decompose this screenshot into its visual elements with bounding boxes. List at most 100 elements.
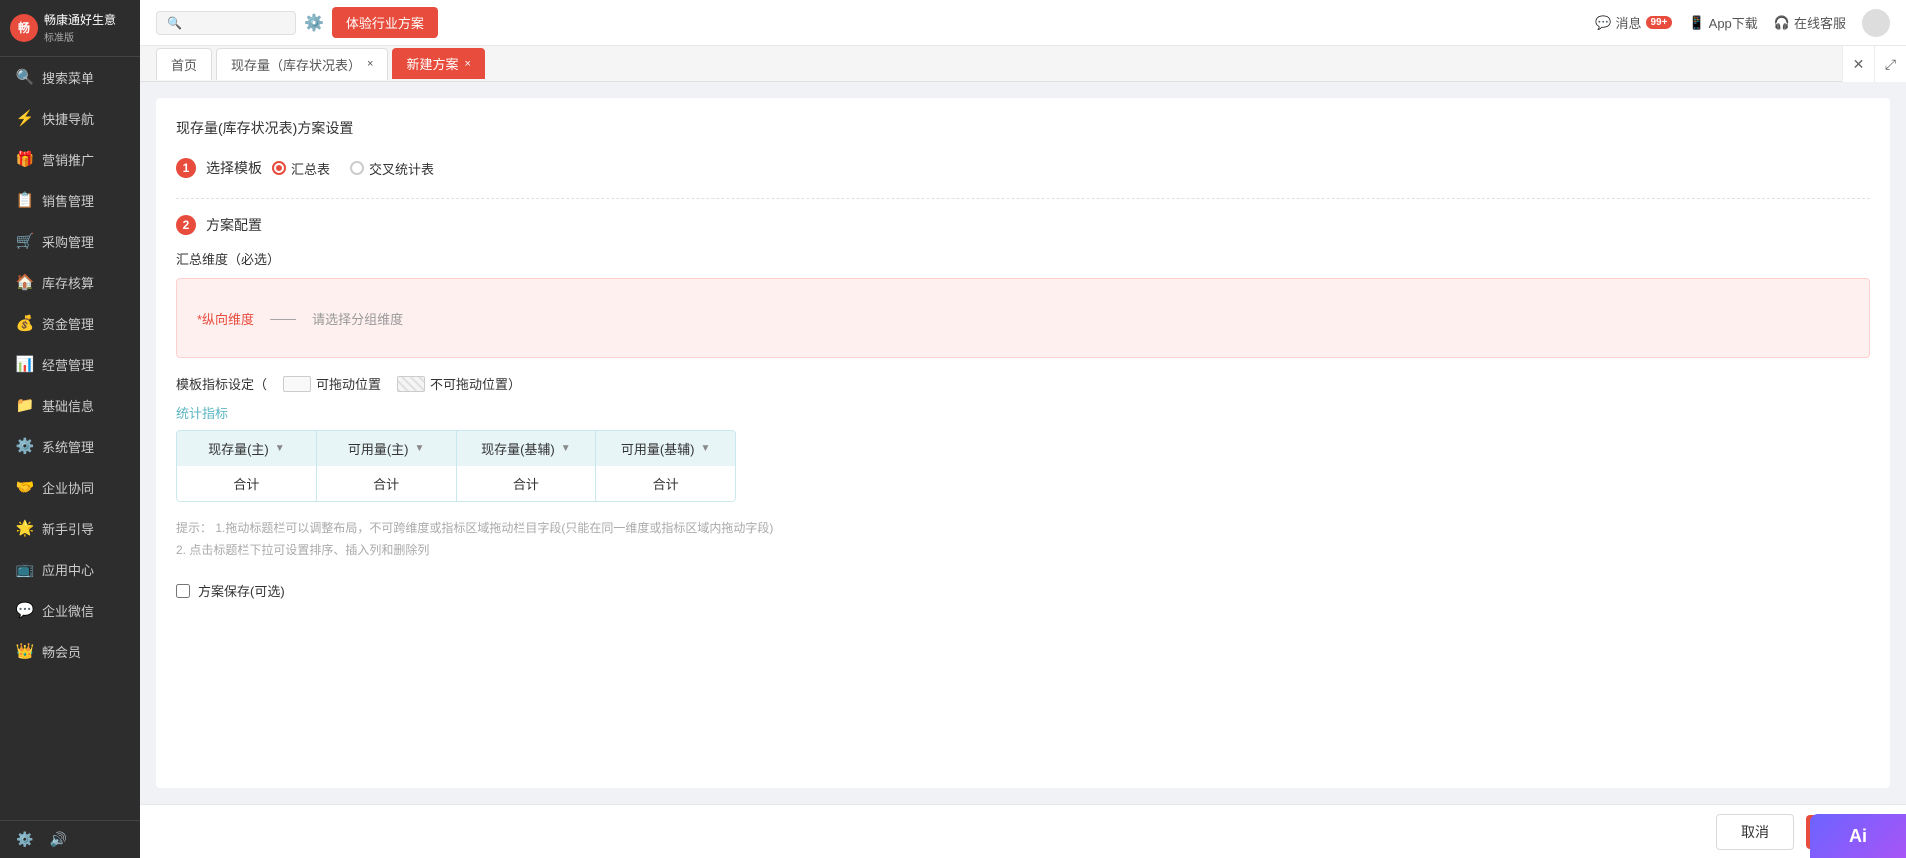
- app-logo: 畅 畅康通好生意 标准版: [0, 0, 140, 57]
- gear-icon: ⚙️: [16, 437, 34, 455]
- cart-icon: 🛒: [16, 232, 34, 250]
- sidebar-item-label: 营销推广: [42, 150, 94, 169]
- main-area: 🔍 ⚙️ 体验行业方案 💬 消息 99+ 📱 App下载 🎧 在线客服: [140, 0, 1906, 858]
- handshake-icon: 🤝: [16, 478, 34, 496]
- stats-subtotal: 合计: [373, 474, 399, 493]
- sidebar-item-label: 快捷导航: [42, 109, 94, 128]
- tab-label: 新建方案: [406, 54, 458, 73]
- tab-new-scheme[interactable]: 新建方案 ×: [392, 48, 484, 79]
- save-label: 方案保存(可选): [198, 581, 285, 600]
- stats-col-2[interactable]: 可用量(主) ▼: [317, 431, 457, 466]
- divider1: [176, 198, 1870, 199]
- stats-col-3[interactable]: 现存量(基辅) ▼: [457, 431, 597, 466]
- settings-icon[interactable]: ⚙️: [16, 831, 33, 848]
- indicator-settings-label: 模板指标设定（: [176, 374, 267, 393]
- sidebar-item-marketing[interactable]: 🎁 营销推广: [0, 139, 140, 180]
- chart-icon: 📊: [16, 355, 34, 373]
- no-drag-label: 不可拖动位置）: [430, 374, 521, 393]
- tab-home[interactable]: 首页: [156, 48, 212, 80]
- search-icon: 🔍: [16, 68, 34, 86]
- drag-indicator: 可拖动位置: [283, 374, 381, 393]
- tabbar: 首页 现存量（库存状况表） × 新建方案 × ✕ ⤢: [140, 46, 1906, 82]
- logo-icon: 畅: [10, 14, 38, 42]
- stats-col-label: 可用量(主): [348, 439, 409, 458]
- sidebar-item-operations[interactable]: 📊 经营管理: [0, 344, 140, 385]
- avatar[interactable]: [1862, 9, 1890, 37]
- cancel-button[interactable]: 取消: [1716, 814, 1794, 850]
- step2-label: 方案配置: [206, 215, 262, 235]
- stats-body-col-4: 合计: [596, 466, 735, 501]
- step2-header: 2 方案配置: [176, 215, 1870, 235]
- content-area: 现存量(库存状况表)方案设置 1 选择模板 汇总表 交叉统计表: [140, 82, 1906, 804]
- stats-body-col-1: 合计: [177, 466, 317, 501]
- app-download-label: App下载: [1709, 13, 1758, 32]
- step2-num: 2: [176, 215, 196, 235]
- chevron-down-icon[interactable]: ▼: [275, 443, 285, 454]
- dimension-arrow: ——: [270, 311, 296, 326]
- stats-table-header: 现存量(主) ▼ 可用量(主) ▼ 现存量(基辅) ▼: [177, 431, 735, 466]
- search-bar[interactable]: 🔍: [156, 11, 296, 35]
- drag-box: [283, 376, 311, 392]
- message-btn[interactable]: 💬 消息 99+: [1595, 13, 1672, 32]
- sidebar-item-collab[interactable]: 🤝 企业协同: [0, 467, 140, 508]
- page-title: 现存量(库存状况表)方案设置: [176, 118, 1870, 138]
- no-drag-indicator: 不可拖动位置）: [397, 374, 521, 393]
- dimension-picker[interactable]: *纵向维度 —— 请选择分组维度: [176, 278, 1870, 358]
- radio-summary[interactable]: 汇总表: [272, 159, 330, 178]
- sidebar-item-basics[interactable]: 📁 基础信息: [0, 385, 140, 426]
- home-icon: 🏠: [16, 273, 34, 291]
- radio-dot-summary: [272, 161, 286, 175]
- panel: 现存量(库存状况表)方案设置 1 选择模板 汇总表 交叉统计表: [156, 98, 1890, 788]
- tips-section: 提示： 1.拖动标题栏可以调整布局，不可跨维度或指标区域拖动栏目字段(只能在同一…: [176, 518, 1870, 561]
- folder-icon: 📁: [16, 396, 34, 414]
- radio-cross[interactable]: 交叉统计表: [350, 159, 434, 178]
- industry-btn[interactable]: 体验行业方案: [332, 7, 438, 38]
- app-download-btn[interactable]: 📱 App下载: [1688, 13, 1757, 32]
- drag-label: 可拖动位置: [316, 374, 381, 393]
- audio-icon[interactable]: 🔊: [49, 831, 66, 848]
- sidebar-item-search[interactable]: 🔍 搜索菜单: [0, 57, 140, 98]
- stats-section: 统计指标 现存量(主) ▼ 可用量(主) ▼: [176, 403, 1870, 502]
- online-service-btn[interactable]: 🎧 在线客服: [1774, 13, 1846, 32]
- search-icon: 🔍: [167, 16, 182, 30]
- maximize-btn[interactable]: ⤢: [1874, 46, 1906, 82]
- chevron-down-icon[interactable]: ▼: [701, 443, 711, 454]
- chevron-down-icon[interactable]: ▼: [561, 443, 571, 454]
- stats-subtotal: 合计: [233, 474, 259, 493]
- no-drag-box: [397, 376, 425, 392]
- topbar-gear[interactable]: ⚙️: [304, 13, 324, 33]
- sidebar-item-weixin[interactable]: 💬 企业微信: [0, 590, 140, 631]
- tab-inventory[interactable]: 现存量（库存状况表） ×: [216, 48, 388, 80]
- ai-float-btn[interactable]: Ai: [1810, 814, 1906, 858]
- sidebar-item-purchase[interactable]: 🛒 采购管理: [0, 221, 140, 262]
- tab-close-icon[interactable]: ×: [367, 58, 373, 70]
- stats-col-label: 现存量(主): [208, 439, 269, 458]
- sidebar-item-label: 采购管理: [42, 232, 94, 251]
- stats-table-body: 合计 合计 合计 合计: [177, 466, 735, 501]
- sidebar-footer: ⚙️ 🔊: [0, 820, 140, 858]
- sidebar-item-guide[interactable]: 🌟 新手引导: [0, 508, 140, 549]
- crown-icon: 👑: [16, 642, 34, 660]
- save-checkbox[interactable]: [176, 584, 190, 598]
- sidebar-item-apps[interactable]: 📺 应用中心: [0, 549, 140, 590]
- sidebar-item-inventory[interactable]: 🏠 库存核算: [0, 262, 140, 303]
- close-window-btn[interactable]: ✕: [1842, 46, 1874, 82]
- tab-close-icon[interactable]: ×: [464, 58, 470, 70]
- stats-col-1[interactable]: 现存量(主) ▼: [177, 431, 317, 466]
- stats-body-col-3: 合计: [457, 466, 597, 501]
- topbar: 🔍 ⚙️ 体验行业方案 💬 消息 99+ 📱 App下载 🎧 在线客服: [140, 0, 1906, 46]
- sidebar-item-finance[interactable]: 💰 资金管理: [0, 303, 140, 344]
- sidebar-item-label: 资金管理: [42, 314, 94, 333]
- dimension-section-label: 汇总维度（必选）: [176, 249, 1870, 268]
- sidebar-item-member[interactable]: 👑 畅会员: [0, 631, 140, 672]
- sidebar-item-sales[interactable]: 📋 销售管理: [0, 180, 140, 221]
- sidebar-item-nav[interactable]: ⚡ 快捷导航: [0, 98, 140, 139]
- message-icon: 💬: [1595, 15, 1611, 31]
- star-icon: 🌟: [16, 519, 34, 537]
- chevron-down-icon[interactable]: ▼: [415, 443, 425, 454]
- sidebar-item-system[interactable]: ⚙️ 系统管理: [0, 426, 140, 467]
- stats-col-4[interactable]: 可用量(基辅) ▼: [596, 431, 735, 466]
- sidebar-item-label: 系统管理: [42, 437, 94, 456]
- step1-section: 1 选择模板 汇总表 交叉统计表: [176, 158, 1870, 178]
- app-edition: 标准版: [44, 29, 116, 44]
